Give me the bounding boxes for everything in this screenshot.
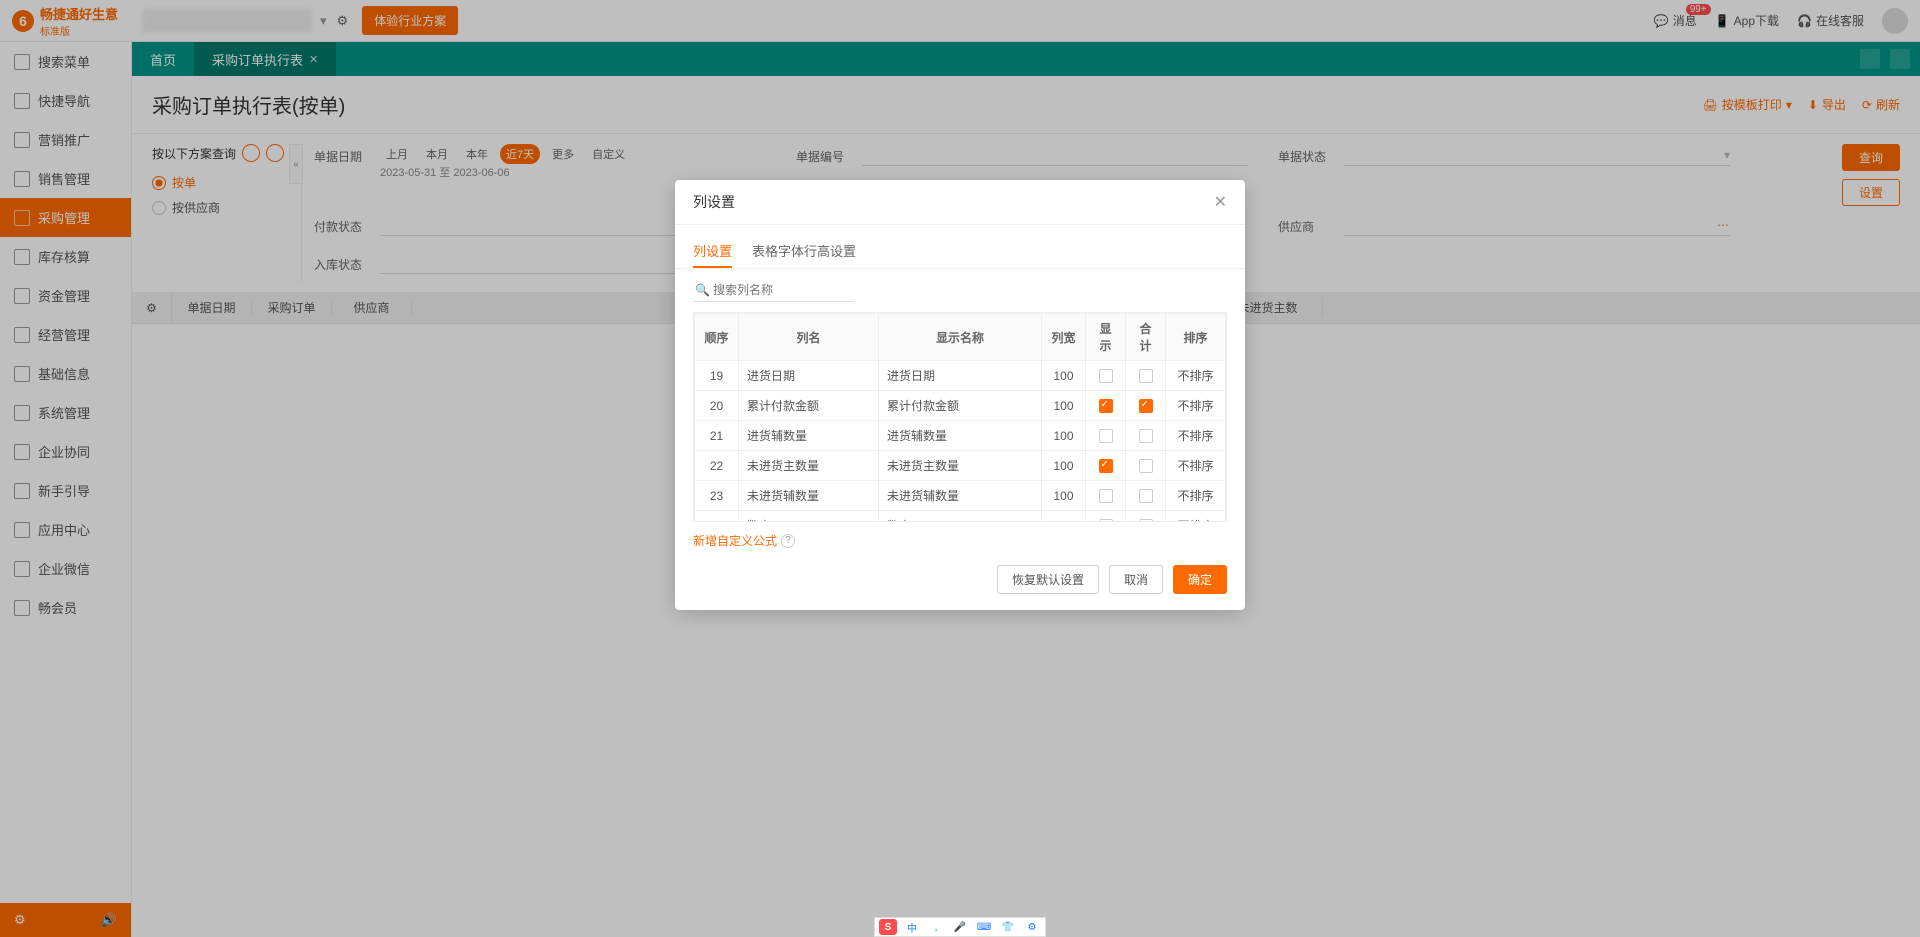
show-checkbox[interactable] (1099, 429, 1113, 443)
ime-toolbar: S中, 🎤 ⌨ 👕 ⚙ (874, 917, 1046, 937)
ime-key[interactable]: , (927, 919, 945, 935)
search-icon: 🔍 (695, 283, 710, 297)
col-seq: 19 (695, 361, 739, 391)
th-sort: 排序 (1166, 314, 1226, 361)
col-sort[interactable]: 不排序 (1166, 361, 1226, 391)
column-row: 19进货日期进货日期100不排序 (695, 361, 1226, 391)
column-row: 21进货辅数量进货辅数量100不排序 (695, 421, 1226, 451)
sum-checkbox[interactable] (1139, 369, 1153, 383)
col-width[interactable]: 100 (1042, 451, 1086, 481)
th-show: 显示 (1086, 314, 1126, 361)
col-sort[interactable]: 不排序 (1166, 511, 1226, 523)
restore-defaults-button[interactable]: 恢复默认设置 (997, 565, 1099, 594)
sum-checkbox[interactable] (1139, 489, 1153, 503)
column-settings-modal: 列设置 ✕ 列设置 表格字体行高设置 🔍 顺序 列名 显示名称 列宽 显示 合计… (675, 180, 1245, 610)
col-seq: 21 (695, 421, 739, 451)
th-sum: 合计 (1126, 314, 1166, 361)
col-display[interactable]: 数字 (879, 511, 1042, 523)
ime-key[interactable]: S (879, 919, 897, 935)
col-display[interactable]: 未进货辅数量 (879, 481, 1042, 511)
col-sort[interactable]: 不排序 (1166, 391, 1226, 421)
show-checkbox[interactable] (1099, 369, 1113, 383)
col-name: 进货辅数量 (739, 421, 879, 451)
cancel-button[interactable]: 取消 (1109, 565, 1163, 594)
ime-key[interactable]: ⚙ (1023, 919, 1041, 935)
column-row: 20累计付款金额累计付款金额100不排序 (695, 391, 1226, 421)
col-width[interactable]: 100 (1042, 421, 1086, 451)
sum-checkbox[interactable] (1139, 399, 1153, 413)
show-checkbox[interactable] (1099, 459, 1113, 473)
modal-tab-font[interactable]: 表格字体行高设置 (752, 235, 856, 268)
column-row: 23未进货辅数量未进货辅数量100不排序 (695, 481, 1226, 511)
col-sort[interactable]: 不排序 (1166, 481, 1226, 511)
ime-key[interactable]: 中 (903, 919, 921, 935)
add-formula-label: 新增自定义公式 (693, 532, 777, 549)
col-display[interactable]: 未进货主数量 (879, 451, 1042, 481)
ime-key[interactable]: 👕 (999, 919, 1017, 935)
show-checkbox[interactable] (1099, 399, 1113, 413)
col-seq: 24 (695, 511, 739, 523)
ime-key[interactable]: 🎤 (951, 919, 969, 935)
ime-key[interactable]: ⌨ (975, 919, 993, 935)
ok-button[interactable]: 确定 (1173, 565, 1227, 594)
modal-tab-columns[interactable]: 列设置 (693, 235, 732, 268)
column-search-input[interactable] (693, 279, 853, 302)
col-display[interactable]: 累计付款金额 (879, 391, 1042, 421)
col-seq: 22 (695, 451, 739, 481)
col-seq: 23 (695, 481, 739, 511)
col-width[interactable]: 100 (1042, 391, 1086, 421)
col-width[interactable]: 100 (1042, 481, 1086, 511)
add-formula-link[interactable]: 新增自定义公式 ? (693, 532, 795, 549)
sum-checkbox[interactable] (1139, 429, 1153, 443)
col-name: 未进货主数量 (739, 451, 879, 481)
col-display[interactable]: 进货辅数量 (879, 421, 1042, 451)
columns-table: 顺序 列名 显示名称 列宽 显示 合计 排序 19进货日期进货日期100不排序2… (694, 313, 1226, 522)
th-seq: 顺序 (695, 314, 739, 361)
col-name: 累计付款金额 (739, 391, 879, 421)
col-seq: 20 (695, 391, 739, 421)
modal-title: 列设置 (693, 192, 735, 212)
col-name: 未进货辅数量 (739, 481, 879, 511)
th-disp: 显示名称 (879, 314, 1042, 361)
help-icon[interactable]: ? (781, 534, 795, 548)
col-width[interactable]: 100 (1042, 361, 1086, 391)
col-sort[interactable]: 不排序 (1166, 451, 1226, 481)
col-sort[interactable]: 不排序 (1166, 421, 1226, 451)
show-checkbox[interactable] (1099, 489, 1113, 503)
modal-close-icon[interactable]: ✕ (1214, 192, 1227, 212)
col-name: 进货日期 (739, 361, 879, 391)
th-width: 列宽 (1042, 314, 1086, 361)
col-width[interactable]: 100 (1042, 511, 1086, 523)
th-name: 列名 (739, 314, 879, 361)
column-row: 22未进货主数量未进货主数量100不排序 (695, 451, 1226, 481)
col-name: 数字 (739, 511, 879, 523)
column-row: 24数字数字100不排序 (695, 511, 1226, 523)
col-display[interactable]: 进货日期 (879, 361, 1042, 391)
sum-checkbox[interactable] (1139, 459, 1153, 473)
